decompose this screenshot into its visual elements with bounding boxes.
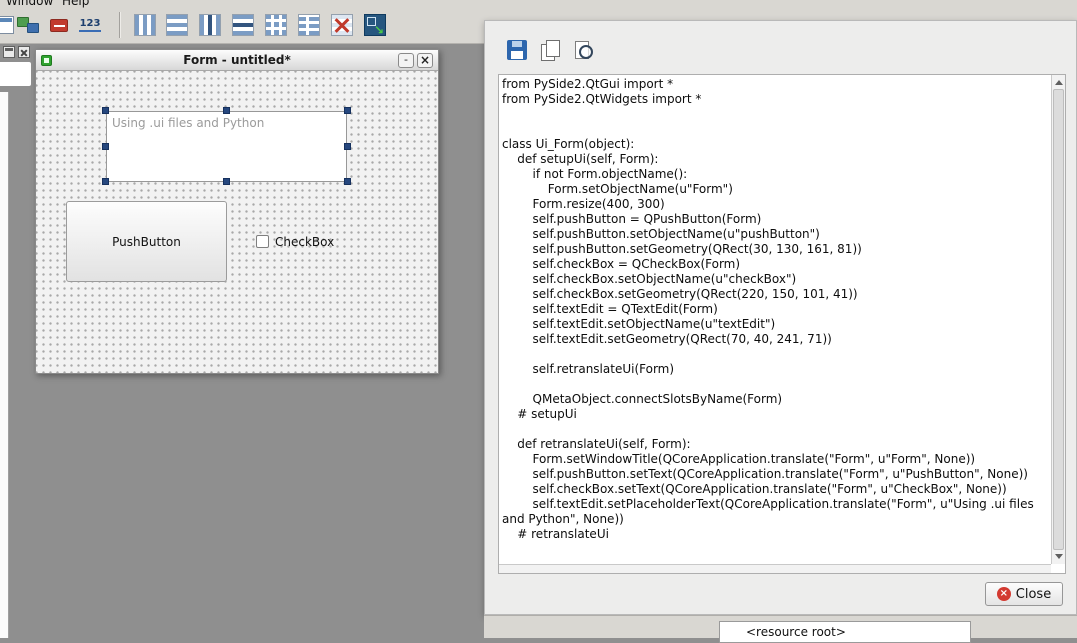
edit-buddies-button[interactable] (45, 11, 73, 39)
find-icon (573, 40, 593, 60)
break-layout-button[interactable] (328, 11, 356, 39)
copy-icon (540, 40, 560, 60)
textedit-placeholder: Using .ui files and Python (112, 116, 264, 130)
selection-handle-top-right[interactable] (344, 107, 351, 114)
edit-signals-slots-button[interactable] (14, 11, 42, 39)
form-window-titlebar[interactable]: Form - untitled* - × (36, 50, 438, 71)
form-minimize-button[interactable]: - (398, 53, 414, 68)
code-preview-dialog: from PySide2.QtGui import * from PySide2… (484, 20, 1077, 615)
selection-handle-top-middle[interactable] (223, 107, 230, 114)
menu-window[interactable]: Window (6, 0, 53, 8)
menu-help[interactable]: Help (62, 0, 89, 8)
selection-handle-bottom-right[interactable] (344, 178, 351, 185)
textedit-widget[interactable]: Using .ui files and Python (106, 111, 347, 182)
toolbar-separator (119, 12, 121, 38)
form-close-button[interactable]: × (417, 53, 433, 68)
layout-form-icon (298, 14, 320, 36)
close-circle-icon: × (997, 587, 1011, 601)
vertical-scrollbar[interactable] (1051, 75, 1065, 564)
checkbox-label: CheckBox (275, 235, 334, 249)
qt-designer-app: { "menubar": { "items": [ {"label": "Win… (0, 0, 1077, 638)
dock-float-button[interactable] (3, 46, 15, 58)
scroll-up-arrow-icon[interactable] (1055, 80, 1063, 85)
form-canvas[interactable]: Using .ui files and Python PushButton Ch… (36, 71, 438, 373)
resource-root-item[interactable]: <resource root> (719, 621, 971, 643)
find-button[interactable] (569, 36, 597, 64)
checkbox-widget[interactable]: CheckBox (256, 221, 357, 262)
form-window-icon (41, 55, 52, 66)
pushbutton-widget[interactable]: PushButton (66, 201, 227, 282)
adjust-size-arrow-glyph: ↘ (374, 24, 384, 36)
edit-tab-order-button[interactable]: 123 (76, 11, 104, 39)
adjust-size-button[interactable]: ↘ (361, 11, 389, 39)
layout-horizontal-splitter-button[interactable] (196, 11, 224, 39)
code-text[interactable]: from PySide2.QtGui import * from PySide2… (502, 77, 1050, 562)
save-button[interactable] (503, 36, 531, 64)
save-icon (507, 40, 527, 60)
copy-button[interactable] (536, 36, 564, 64)
checkbox-indicator (256, 235, 269, 248)
adjust-size-icon: ↘ (364, 14, 386, 36)
close-button-label: Close (1016, 587, 1051, 602)
resource-root-label: <resource root> (746, 625, 846, 639)
selection-handle-top-left[interactable] (102, 107, 109, 114)
layout-vertical-splitter-button[interactable] (229, 11, 257, 39)
edit-widgets-icon (0, 16, 14, 34)
dock-close-button[interactable] (18, 46, 30, 58)
selection-handle-middle-left[interactable] (102, 143, 109, 150)
edit-buddies-icon (50, 19, 68, 32)
pushbutton-label: PushButton (112, 235, 181, 249)
dialog-close-button[interactable]: × Close (985, 582, 1063, 606)
form-editor-window: Form - untitled* - × Using .ui files and… (35, 49, 439, 374)
layout-vertically-icon (166, 14, 188, 36)
layout-grid-icon (265, 14, 287, 36)
layout-horizontally-button[interactable] (131, 11, 159, 39)
code-view[interactable]: from PySide2.QtGui import * from PySide2… (498, 74, 1066, 574)
scroll-down-arrow-icon[interactable] (1055, 554, 1063, 559)
horizontal-scrollbar[interactable] (499, 564, 1051, 573)
layout-form-button[interactable] (295, 11, 323, 39)
edit-signals-slots-icon (17, 15, 39, 35)
break-layout-icon (331, 14, 353, 36)
layout-vertically-button[interactable] (163, 11, 191, 39)
selection-handle-bottom-left[interactable] (102, 178, 109, 185)
widget-box-filter-input[interactable] (0, 61, 32, 87)
layout-grid-button[interactable] (262, 11, 290, 39)
layout-vertical-splitter-icon (232, 14, 254, 36)
form-window-title: Form - untitled* (36, 53, 438, 67)
widget-box-panel-edge (0, 92, 9, 638)
selection-handle-bottom-middle[interactable] (223, 178, 230, 185)
vertical-scrollbar-thumb[interactable] (1053, 89, 1064, 550)
layout-horizontal-splitter-icon (199, 14, 221, 36)
selection-handle-middle-right[interactable] (344, 143, 351, 150)
layout-horizontally-icon (134, 14, 156, 36)
edit-tab-order-icon: 123 (79, 18, 102, 32)
